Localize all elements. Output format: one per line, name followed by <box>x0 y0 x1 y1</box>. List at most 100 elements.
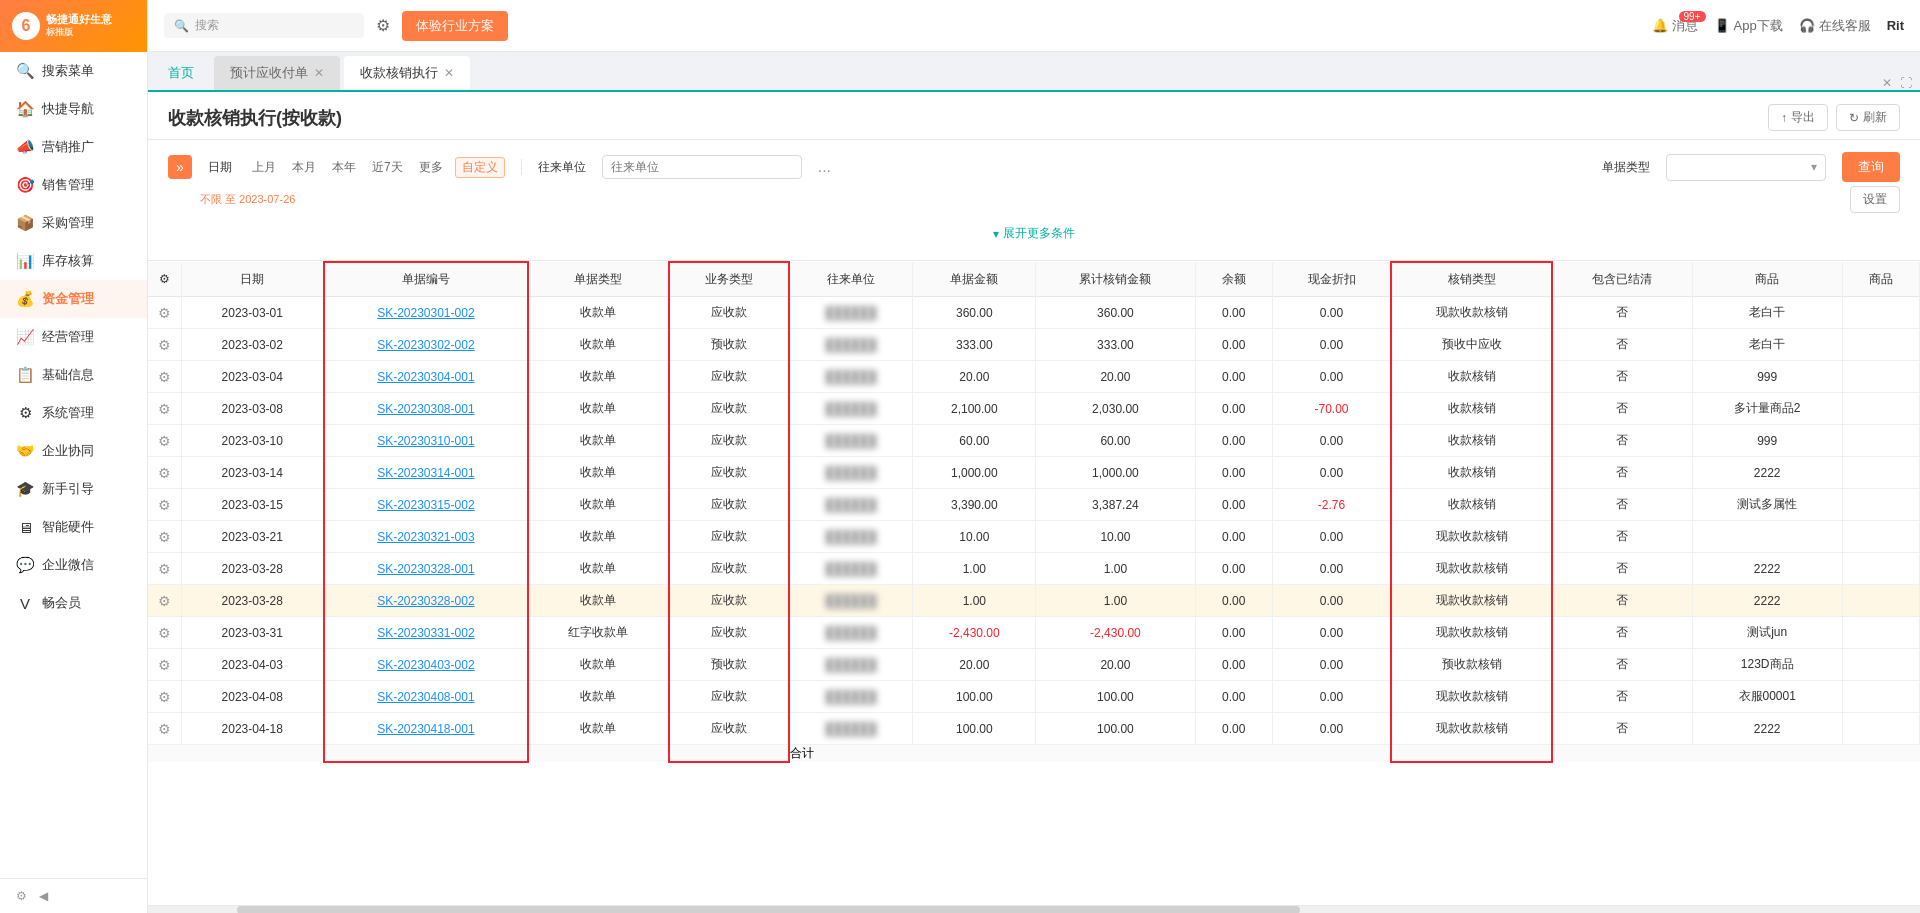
table-row[interactable]: ⚙ 2023-03-08 SK-20230308-001 收款单 应收款 ███… <box>148 393 1920 425</box>
sidebar-item-basic[interactable]: 📋基础信息 <box>0 356 147 394</box>
sidebar-item-sales[interactable]: 🎯销售管理 <box>0 166 147 204</box>
sidebar-item-search[interactable]: 🔍搜索菜单 <box>0 52 147 90</box>
row-date: 2023-04-03 <box>182 649 324 681</box>
table-row[interactable]: ⚙ 2023-04-18 SK-20230418-001 收款单 应收款 ███… <box>148 713 1920 745</box>
prepay-tab-close-icon[interactable]: ✕ <box>314 66 324 80</box>
date-btn-this-year[interactable]: 本年 <box>328 157 360 178</box>
row-gear[interactable]: ⚙ <box>148 393 182 425</box>
industry-solution-button[interactable]: 体验行业方案 <box>402 11 508 41</box>
date-btn-last-month[interactable]: 上月 <box>248 157 280 178</box>
row-gear[interactable]: ⚙ <box>148 361 182 393</box>
table-row[interactable]: ⚙ 2023-03-28 SK-20230328-002 收款单 应收款 ███… <box>148 585 1920 617</box>
row-bill-no[interactable]: SK-20230315-002 <box>324 489 529 521</box>
row-gear[interactable]: ⚙ <box>148 553 182 585</box>
row-gear[interactable]: ⚙ <box>148 521 182 553</box>
sidebar-item-purchase[interactable]: 📦采购管理 <box>0 204 147 242</box>
row-partner: ██████ <box>789 393 913 425</box>
table-row[interactable]: ⚙ 2023-03-15 SK-20230315-002 收款单 应收款 ███… <box>148 489 1920 521</box>
sidebar-label-wechat: 企业微信 <box>42 556 94 574</box>
settings-gear-icon[interactable]: ⚙ <box>376 16 390 35</box>
row-bill-no[interactable]: SK-20230408-001 <box>324 681 529 713</box>
table-row[interactable]: ⚙ 2023-04-08 SK-20230408-001 收款单 应收款 ███… <box>148 681 1920 713</box>
scroll-indicator[interactable] <box>148 905 1920 913</box>
row-bill-no[interactable]: SK-20230418-001 <box>324 713 529 745</box>
bell-icon: 🔔 <box>1652 18 1668 33</box>
row-biz-type: 应收款 <box>669 457 789 489</box>
row-gear[interactable]: ⚙ <box>148 713 182 745</box>
row-gear[interactable]: ⚙ <box>148 617 182 649</box>
table-row[interactable]: ⚙ 2023-03-10 SK-20230310-001 收款单 应收款 ███… <box>148 425 1920 457</box>
sidebar-item-system[interactable]: ⚙系统管理 <box>0 394 147 432</box>
notification-item[interactable]: 🔔 消息 99+ <box>1652 17 1698 35</box>
sidebar-item-operation[interactable]: 📈经营管理 <box>0 318 147 356</box>
date-custom-btn[interactable]: 自定义 <box>455 157 505 178</box>
app-download-item[interactable]: 📱 App下载 <box>1714 17 1783 35</box>
row-include-settled: 否 <box>1552 329 1692 361</box>
col-settings[interactable]: ⚙ <box>148 262 182 297</box>
filter-expand-button[interactable]: » <box>168 155 192 179</box>
table-row[interactable]: ⚙ 2023-03-04 SK-20230304-001 收款单 应收款 ███… <box>148 361 1920 393</box>
sidebar-item-guide[interactable]: 🎓新手引导 <box>0 470 147 508</box>
tab-close-all-icon[interactable]: ✕ <box>1882 76 1892 90</box>
date-btn-this-month[interactable]: 本月 <box>288 157 320 178</box>
sidebar-item-hardware[interactable]: 🖥智能硬件 <box>0 508 147 546</box>
row-bill-no[interactable]: SK-20230321-003 <box>324 521 529 553</box>
row-amount: 20.00 <box>913 361 1036 393</box>
sidebar-item-capital[interactable]: 💰资金管理 <box>0 280 147 318</box>
table-row[interactable]: ⚙ 2023-03-31 SK-20230331-002 红字收款单 应收款 █… <box>148 617 1920 649</box>
row-gear[interactable]: ⚙ <box>148 297 182 329</box>
service-item[interactable]: 🎧 在线客服 <box>1799 17 1871 35</box>
row-gear[interactable]: ⚙ <box>148 649 182 681</box>
table-row[interactable]: ⚙ 2023-03-21 SK-20230321-003 收款单 应收款 ███… <box>148 521 1920 553</box>
row-amount: 100.00 <box>913 713 1036 745</box>
partner-input[interactable] <box>602 155 802 179</box>
row-gear[interactable]: ⚙ <box>148 425 182 457</box>
sidebar-item-shortcut[interactable]: 🏠快捷导航 <box>0 90 147 128</box>
table-row[interactable]: ⚙ 2023-03-01 SK-20230301-002 收款单 应收款 ███… <box>148 297 1920 329</box>
sidebar-item-marketing[interactable]: 📣营销推广 <box>0 128 147 166</box>
row-bill-no[interactable]: SK-20230301-002 <box>324 297 529 329</box>
refresh-button[interactable]: ↻ 刷新 <box>1836 104 1900 131</box>
expand-more-button[interactable]: ▾ 展开更多条件 <box>168 219 1900 248</box>
sidebar-item-wechat[interactable]: 💬企业微信 <box>0 546 147 584</box>
search-box[interactable]: 🔍 搜索 <box>164 13 364 38</box>
sidebar-item-member[interactable]: V畅会员 <box>0 584 147 622</box>
collection-tab-close-icon[interactable]: ✕ <box>444 66 454 80</box>
tab-home[interactable]: 首页 <box>152 56 210 90</box>
row-bill-no[interactable]: SK-20230403-002 <box>324 649 529 681</box>
date-btn-7days[interactable]: 近7天 <box>368 157 407 178</box>
table-row[interactable]: ⚙ 2023-03-28 SK-20230328-001 收款单 应收款 ███… <box>148 553 1920 585</box>
row-bill-no[interactable]: SK-20230328-001 <box>324 553 529 585</box>
row-bill-no[interactable]: SK-20230328-002 <box>324 585 529 617</box>
user-avatar[interactable]: Rit <box>1887 18 1904 33</box>
sidebar-item-enterprise[interactable]: 🤝企业协同 <box>0 432 147 470</box>
query-button[interactable]: 查询 <box>1842 152 1900 182</box>
bill-type-select[interactable]: ▾ <box>1666 154 1826 181</box>
collapse-icon[interactable]: ◀ <box>39 889 48 903</box>
row-bill-no[interactable]: SK-20230302-002 <box>324 329 529 361</box>
row-bill-no[interactable]: SK-20230331-002 <box>324 617 529 649</box>
tab-collection[interactable]: 收款核销执行 ✕ <box>344 56 470 90</box>
table-row[interactable]: ⚙ 2023-04-03 SK-20230403-002 收款单 预收款 ███… <box>148 649 1920 681</box>
tab-maximize-icon[interactable]: ⛶ <box>1900 76 1912 90</box>
row-bill-no[interactable]: SK-20230308-001 <box>324 393 529 425</box>
scroll-thumb[interactable] <box>237 906 1300 913</box>
export-button[interactable]: ↑ 导出 <box>1768 104 1828 131</box>
row-gear[interactable]: ⚙ <box>148 681 182 713</box>
row-gear[interactable]: ⚙ <box>148 585 182 617</box>
row-gear[interactable]: ⚙ <box>148 457 182 489</box>
settings-icon[interactable]: ⚙ <box>16 889 27 903</box>
partner-more-icon[interactable]: ... <box>818 158 831 176</box>
sidebar-item-inventory[interactable]: 📊库存核算 <box>0 242 147 280</box>
settings-button[interactable]: 设置 <box>1850 186 1900 213</box>
row-bill-no[interactable]: SK-20230314-001 <box>324 457 529 489</box>
row-gear[interactable]: ⚙ <box>148 489 182 521</box>
row-gear[interactable]: ⚙ <box>148 329 182 361</box>
row-bill-no[interactable]: SK-20230310-001 <box>324 425 529 457</box>
sidebar-label-enterprise: 企业协同 <box>42 442 94 460</box>
date-btn-more[interactable]: 更多 <box>415 157 447 178</box>
tab-prepay[interactable]: 预计应收付单 ✕ <box>214 56 340 90</box>
table-row[interactable]: ⚙ 2023-03-14 SK-20230314-001 收款单 应收款 ███… <box>148 457 1920 489</box>
row-bill-no[interactable]: SK-20230304-001 <box>324 361 529 393</box>
table-row[interactable]: ⚙ 2023-03-02 SK-20230302-002 收款单 预收款 ███… <box>148 329 1920 361</box>
